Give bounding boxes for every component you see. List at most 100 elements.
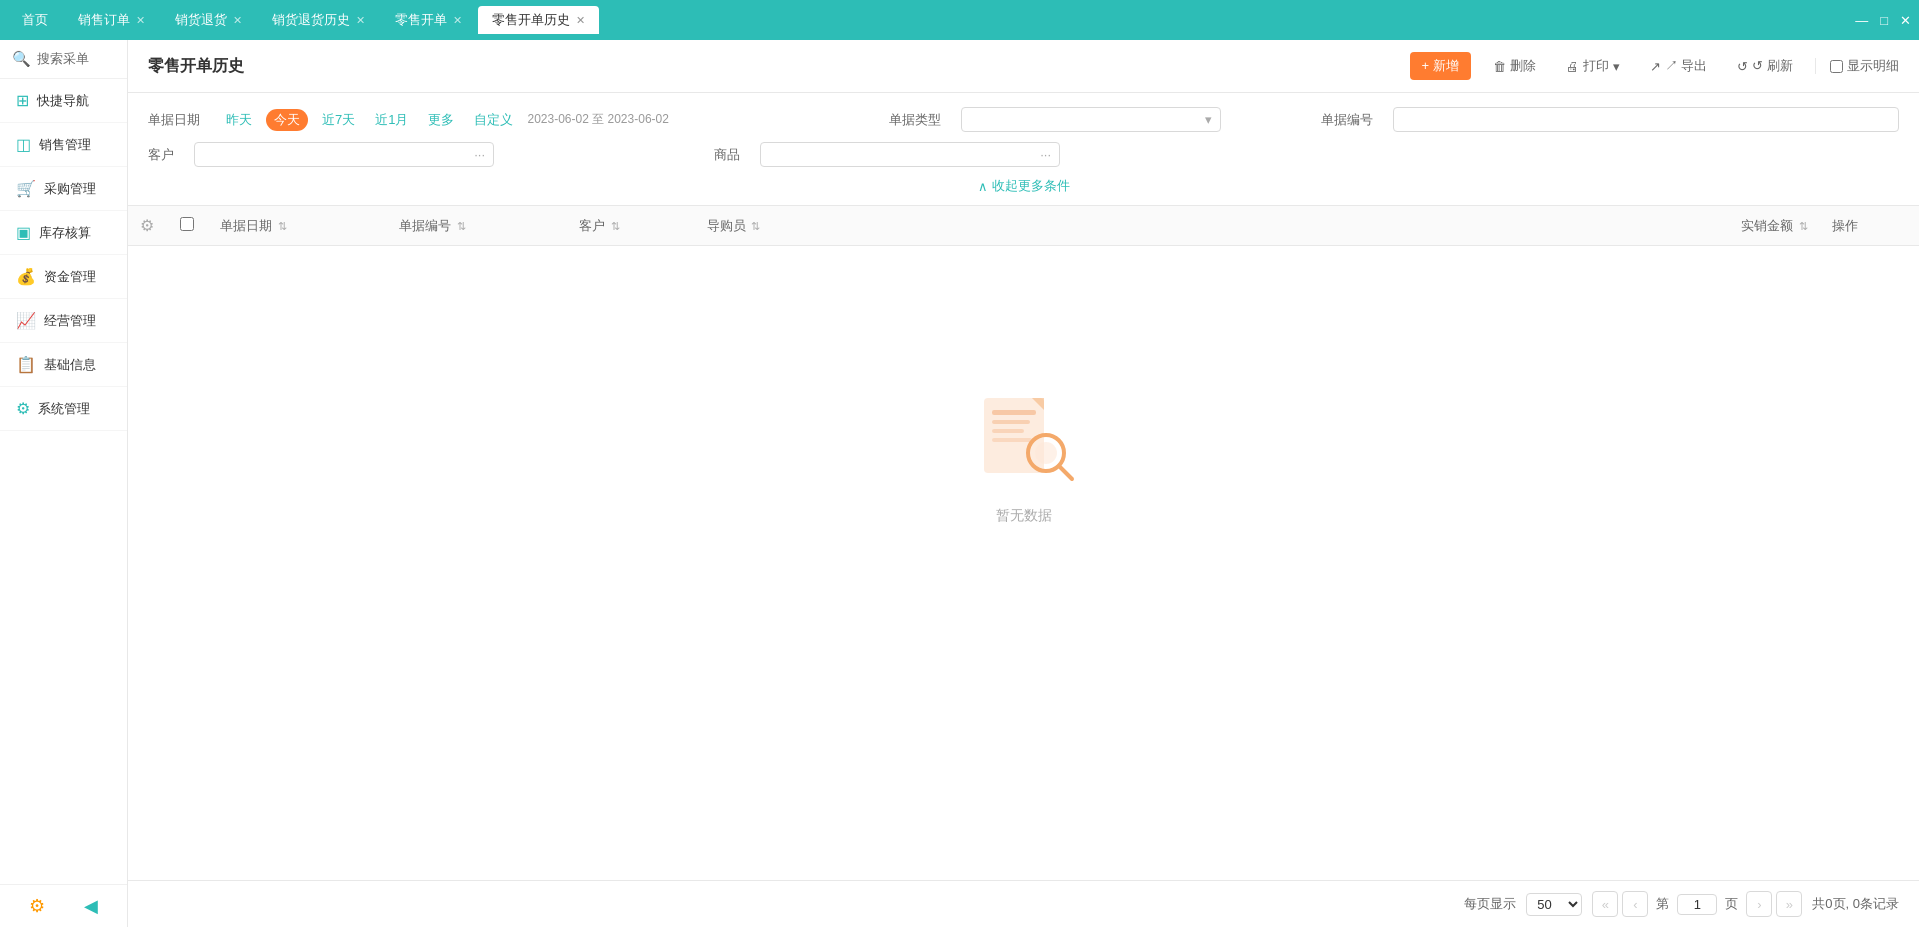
- col-customer-sort-icon[interactable]: ⇅: [611, 220, 620, 232]
- tab-retail-open-history[interactable]: 零售开单历史 ✕: [478, 6, 599, 34]
- delete-button[interactable]: 🗑 删除: [1485, 53, 1544, 79]
- refresh-button[interactable]: ↺ ↺ 刷新: [1729, 53, 1801, 79]
- page-input[interactable]: [1677, 894, 1717, 915]
- select-all-checkbox[interactable]: [180, 217, 194, 231]
- table-settings-col: ⚙: [128, 206, 168, 246]
- date-opt-custom[interactable]: 自定义: [468, 109, 519, 131]
- date-opt-today[interactable]: 今天: [266, 109, 308, 131]
- goods-input[interactable]: ···: [760, 142, 1060, 167]
- close-sales-return-icon[interactable]: ✕: [233, 14, 242, 27]
- operations-label: 经营管理: [44, 312, 96, 330]
- tab-sales-return-history[interactable]: 销货退货历史 ✕: [258, 6, 379, 34]
- col-guide-sort-icon[interactable]: ⇅: [751, 220, 760, 232]
- date-options: 昨天 今天 近7天 近1月 更多 自定义 2023-06-02 至 2023-0…: [220, 109, 669, 131]
- inventory-icon: ▣: [16, 223, 31, 242]
- close-retail-open-icon[interactable]: ✕: [453, 14, 462, 27]
- export-icon: ↗: [1650, 59, 1661, 74]
- delete-icon: 🗑: [1493, 59, 1506, 74]
- toolbar-separator: [1815, 58, 1816, 74]
- minimize-btn[interactable]: —: [1855, 13, 1868, 28]
- col-spacer: [849, 206, 1641, 246]
- first-page-btn[interactable]: «: [1592, 891, 1618, 917]
- sidebar-collapse-icon[interactable]: ◀: [84, 895, 98, 917]
- customer-field[interactable]: [203, 147, 470, 162]
- col-no-sort-icon[interactable]: ⇅: [457, 220, 466, 232]
- main-layout: 🔍 搜索采单 ⊞ 快捷导航 ◫ 销售管理 🛒 采购管理 ▣ 库存核算 💰 资金管…: [0, 40, 1919, 927]
- sidebar-item-inventory[interactable]: ▣ 库存核算: [0, 211, 127, 255]
- last-page-btn[interactable]: »: [1776, 891, 1802, 917]
- svg-line-7: [1059, 466, 1072, 479]
- doc-no-input[interactable]: [1393, 107, 1899, 132]
- col-customer-label: 客户: [579, 218, 605, 233]
- tab-sales-return[interactable]: 销货退货 ✕: [161, 6, 256, 34]
- page-size-select[interactable]: 50 10 20 100: [1526, 893, 1582, 916]
- col-date-sort-icon[interactable]: ⇅: [278, 220, 287, 232]
- svg-point-6: [1035, 442, 1057, 464]
- empty-text: 暂无数据: [996, 507, 1052, 525]
- table-checkbox-col: [168, 206, 208, 246]
- tab-sales-order[interactable]: 销售订单 ✕: [64, 6, 159, 34]
- add-button-label: + 新增: [1422, 57, 1459, 75]
- pagination-bar: 每页显示 50 10 20 100 « ‹ 第 页 › » 共0页, 0条记录: [128, 880, 1919, 927]
- sidebar: 🔍 搜索采单 ⊞ 快捷导航 ◫ 销售管理 🛒 采购管理 ▣ 库存核算 💰 资金管…: [0, 40, 128, 927]
- col-customer: 客户 ⇅: [567, 206, 695, 246]
- date-opt-yesterday[interactable]: 昨天: [220, 109, 258, 131]
- close-sales-return-history-icon[interactable]: ✕: [356, 14, 365, 27]
- sales-mgmt-icon: ◫: [16, 135, 31, 154]
- goods-field[interactable]: [769, 147, 1036, 162]
- refresh-label: ↺ 刷新: [1752, 57, 1793, 75]
- sidebar-item-purchase-mgmt[interactable]: 🛒 采购管理: [0, 167, 127, 211]
- print-icon: 🖨: [1566, 59, 1579, 74]
- show-detail-toggle[interactable]: 显示明细: [1830, 57, 1899, 75]
- collapse-btn[interactable]: ∧ 收起更多条件: [978, 177, 1070, 195]
- maximize-btn[interactable]: □: [1880, 13, 1888, 28]
- sidebar-item-operations[interactable]: 📈 经营管理: [0, 299, 127, 343]
- add-button[interactable]: + 新增: [1410, 52, 1471, 80]
- close-btn[interactable]: ✕: [1900, 13, 1911, 28]
- customer-label: 客户: [148, 146, 174, 164]
- print-button[interactable]: 🖨 打印 ▾: [1558, 53, 1628, 79]
- system-icon: ⚙: [16, 399, 30, 418]
- sidebar-item-finance[interactable]: 💰 资金管理: [0, 255, 127, 299]
- close-retail-open-history-icon[interactable]: ✕: [576, 14, 585, 27]
- tab-retail-open[interactable]: 零售开单 ✕: [381, 6, 476, 34]
- top-tabbar: 首页 销售订单 ✕ 销货退货 ✕ 销货退货历史 ✕ 零售开单 ✕ 零售开单历史 …: [0, 0, 1919, 40]
- inventory-label: 库存核算: [39, 224, 91, 242]
- sidebar-item-sales-mgmt[interactable]: ◫ 销售管理: [0, 123, 127, 167]
- col-date-label: 单据日期: [220, 218, 272, 233]
- prev-page-btn[interactable]: ‹: [1622, 891, 1648, 917]
- col-amount: 实销金额 ⇅: [1641, 206, 1820, 246]
- print-label: 打印: [1583, 57, 1609, 75]
- date-opt-last-month[interactable]: 近1月: [369, 109, 414, 131]
- doc-type-select[interactable]: ▾: [961, 107, 1221, 132]
- sidebar-item-basic-info[interactable]: 📋 基础信息: [0, 343, 127, 387]
- home-tab-label: 首页: [22, 11, 48, 29]
- show-detail-checkbox-input[interactable]: [1830, 60, 1843, 73]
- page-word: 第: [1656, 895, 1669, 913]
- table-settings-icon[interactable]: ⚙: [140, 217, 154, 234]
- sidebar-search[interactable]: 🔍 搜索采单: [0, 40, 127, 79]
- next-page-btn[interactable]: ›: [1746, 891, 1772, 917]
- col-no-label: 单据编号: [399, 218, 451, 233]
- filter-collapse-row: ∧ 收起更多条件: [148, 177, 1899, 195]
- page-unit: 页: [1725, 895, 1738, 913]
- finance-icon: 💰: [16, 267, 36, 286]
- sidebar-settings-icon[interactable]: ⚙: [29, 895, 45, 917]
- col-amount-sort-icon[interactable]: ⇅: [1799, 220, 1808, 232]
- page-title: 零售开单历史: [148, 56, 244, 77]
- tab-home[interactable]: 首页: [8, 6, 62, 34]
- page-info: 共0页, 0条记录: [1812, 895, 1899, 913]
- date-opt-last7[interactable]: 近7天: [316, 109, 361, 131]
- finance-label: 资金管理: [44, 268, 96, 286]
- date-opt-more[interactable]: 更多: [422, 109, 460, 131]
- doc-no-field[interactable]: [1402, 112, 1890, 127]
- delete-label: 删除: [1510, 57, 1536, 75]
- export-button[interactable]: ↗ ↗ 导出: [1642, 53, 1716, 79]
- no-data-container: 暂无数据: [128, 246, 1919, 666]
- sales-mgmt-label: 销售管理: [39, 136, 91, 154]
- sidebar-item-system[interactable]: ⚙ 系统管理: [0, 387, 127, 431]
- customer-input[interactable]: ···: [194, 142, 494, 167]
- print-arrow-icon: ▾: [1613, 59, 1620, 74]
- sidebar-item-quick-nav[interactable]: ⊞ 快捷导航: [0, 79, 127, 123]
- close-sales-order-icon[interactable]: ✕: [136, 14, 145, 27]
